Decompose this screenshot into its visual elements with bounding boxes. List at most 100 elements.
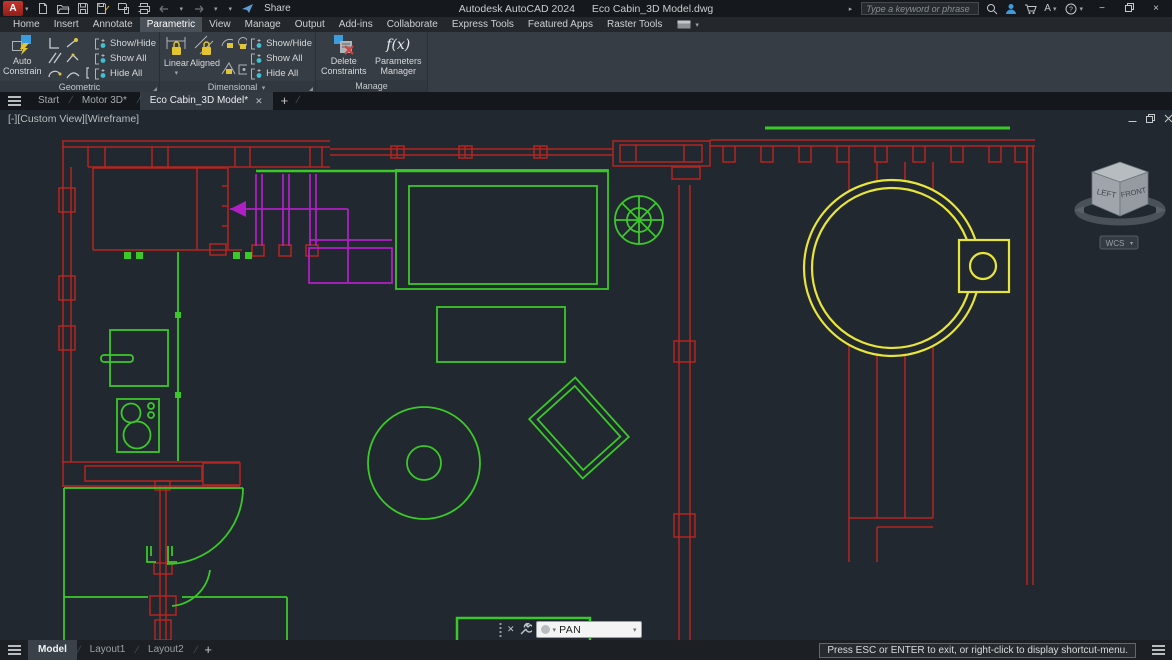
- recent-commands-caret-icon[interactable]: ▾: [633, 626, 637, 634]
- file-tab-eco-cabin[interactable]: Eco Cabin_3D Model* ✕: [140, 92, 273, 110]
- tab-collaborate[interactable]: Collaborate: [380, 17, 445, 32]
- layout-tab-menu-button[interactable]: [0, 645, 28, 655]
- layout2-tab[interactable]: Layout2: [138, 640, 194, 660]
- parameters-manager-button[interactable]: f(x) Parameters Manager: [373, 34, 424, 80]
- restore-button[interactable]: [1119, 3, 1139, 15]
- search-icon[interactable]: [986, 3, 998, 15]
- application-menu-button[interactable]: A: [3, 1, 23, 16]
- undo-icon[interactable]: [158, 4, 171, 14]
- close-button[interactable]: ×: [1146, 3, 1166, 14]
- staircase[interactable]: [230, 174, 392, 283]
- linear-constraint-button[interactable]: Linear ▾: [163, 34, 190, 81]
- dimensional-panel-launcher-icon[interactable]: [309, 87, 313, 91]
- autodesk-app-icon[interactable]: A▾: [1044, 3, 1058, 14]
- dimensional-show-all-button[interactable]: Show All: [250, 51, 312, 66]
- geometric-hide-all-button[interactable]: Hide All: [94, 66, 156, 81]
- aligned-constraint-button[interactable]: Aligned: [190, 34, 220, 81]
- view-cube[interactable]: LEFT FRONT WCS ▾: [1068, 128, 1172, 258]
- drawing-minimize-icon[interactable]: [1128, 114, 1137, 123]
- bed[interactable]: [396, 170, 608, 289]
- file-tab-start[interactable]: Start: [28, 92, 69, 110]
- constraint-icon-grid[interactable]: [45, 35, 90, 81]
- tab-add-ins[interactable]: Add-ins: [332, 17, 380, 32]
- tab-view[interactable]: View: [202, 17, 238, 32]
- linear-caret-icon[interactable]: ▾: [173, 69, 181, 79]
- tab-home[interactable]: Home: [6, 17, 47, 32]
- help-icon[interactable]: ? ▾: [1065, 3, 1085, 15]
- command-input[interactable]: ▾ PAN ▾: [536, 621, 642, 638]
- dimensional-show-hide-button[interactable]: Show/Hide: [250, 36, 312, 51]
- undo-caret-icon[interactable]: ▾: [178, 5, 186, 13]
- command-line-grip[interactable]: [498, 622, 503, 637]
- dimensional-panel-caret-icon[interactable]: ▾: [260, 85, 268, 92]
- delete-constraints-icon: [333, 34, 355, 56]
- tab-express-tools[interactable]: Express Tools: [445, 17, 521, 32]
- hot-tub[interactable]: [804, 180, 1009, 356]
- tab-raster-tools[interactable]: Raster Tools: [600, 17, 669, 32]
- autodesk-app-caret-icon[interactable]: ▾: [1051, 5, 1059, 13]
- save-as-icon[interactable]: [96, 2, 110, 15]
- command-line[interactable]: ✕ ▾ PAN ▾: [498, 620, 642, 639]
- status-customization-button[interactable]: [1144, 645, 1172, 655]
- drawing-close-icon[interactable]: [1164, 114, 1172, 123]
- show-hide-label: Show/Hide: [110, 38, 156, 49]
- manage-panel-label: Manage: [355, 81, 388, 91]
- redo-icon[interactable]: [192, 4, 205, 14]
- geometric-show-all-button[interactable]: Show All: [94, 51, 156, 66]
- file-tab-motor-3d[interactable]: Motor 3D*: [72, 92, 137, 110]
- geometric-panel-launcher-icon[interactable]: [153, 87, 157, 91]
- save-icon[interactable]: [77, 2, 89, 15]
- layout1-tab[interactable]: Layout1: [80, 640, 136, 660]
- visual-style-control[interactable]: [Wireframe]: [85, 113, 139, 125]
- tab-insert[interactable]: Insert: [47, 17, 86, 32]
- lounge-chair[interactable]: [529, 378, 629, 479]
- drawing-area[interactable]: [-][Custom View][Wireframe] LEFT FRONT W…: [0, 110, 1172, 640]
- model-space-canvas[interactable]: [0, 110, 1172, 640]
- help-caret-icon[interactable]: ▾: [1077, 5, 1085, 13]
- sign-in-user-icon[interactable]: [1005, 3, 1017, 15]
- tab-manage[interactable]: Manage: [238, 17, 288, 32]
- drawing-restore-icon[interactable]: [1146, 114, 1155, 123]
- redo-caret-icon[interactable]: ▾: [212, 5, 220, 13]
- open-file-icon[interactable]: [56, 2, 70, 15]
- customize-qat-caret-icon[interactable]: ▾: [227, 5, 235, 13]
- entry-door-swing[interactable]: [64, 488, 287, 640]
- deck-railing-posts: [723, 146, 1027, 162]
- command-caret-icon[interactable]: ▾: [553, 626, 557, 634]
- ceiling-fan-symbol[interactable]: [615, 196, 663, 244]
- delete-constraints-button[interactable]: Delete Constraints: [319, 34, 369, 80]
- tab-parametric[interactable]: Parametric: [140, 17, 202, 32]
- tab-featured-apps[interactable]: Featured Apps: [521, 17, 600, 32]
- file-tab-close-icon[interactable]: ✕: [255, 92, 263, 110]
- stove[interactable]: [117, 399, 159, 452]
- wcs-label: WCS: [1106, 239, 1125, 248]
- viewport-menu-control[interactable]: [-]: [8, 113, 17, 125]
- tab-output[interactable]: Output: [288, 17, 332, 32]
- manage-panel-title[interactable]: Manage: [316, 80, 427, 92]
- model-tab[interactable]: Model: [28, 640, 77, 660]
- save-web-mobile-icon[interactable]: [117, 2, 130, 15]
- tab-annotate[interactable]: Annotate: [86, 17, 140, 32]
- command-line-close-icon[interactable]: ✕: [507, 624, 515, 635]
- auto-constrain-button[interactable]: Auto Constrain: [3, 34, 42, 81]
- new-file-icon[interactable]: [37, 2, 49, 15]
- app-store-cart-icon[interactable]: [1024, 3, 1037, 15]
- app-menu-caret-icon[interactable]: ▾: [23, 5, 31, 13]
- dimensional-hide-all-button[interactable]: Hide All: [250, 66, 312, 81]
- new-layout-button[interactable]: +: [196, 641, 220, 659]
- status-hamburger-icon: [1152, 645, 1165, 655]
- share-label[interactable]: Share: [264, 3, 291, 14]
- geometric-show-hide-button[interactable]: Show/Hide: [94, 36, 156, 51]
- plot-icon[interactable]: [137, 2, 151, 15]
- share-icon[interactable]: [241, 3, 254, 14]
- aligned-label: Aligned: [190, 59, 220, 69]
- command-line-customize-icon[interactable]: [519, 623, 532, 636]
- minimize-button[interactable]: −: [1092, 3, 1112, 14]
- refrigerator[interactable]: [101, 330, 168, 386]
- round-dining-table[interactable]: [368, 407, 480, 519]
- dimensional-small-buttons[interactable]: [220, 36, 247, 80]
- view-control[interactable]: [Custom View]: [17, 113, 85, 125]
- file-tab-menu-button[interactable]: [0, 92, 28, 110]
- search-input[interactable]: [861, 2, 979, 15]
- ribbon-display-toggle[interactable]: ▾: [677, 17, 701, 32]
